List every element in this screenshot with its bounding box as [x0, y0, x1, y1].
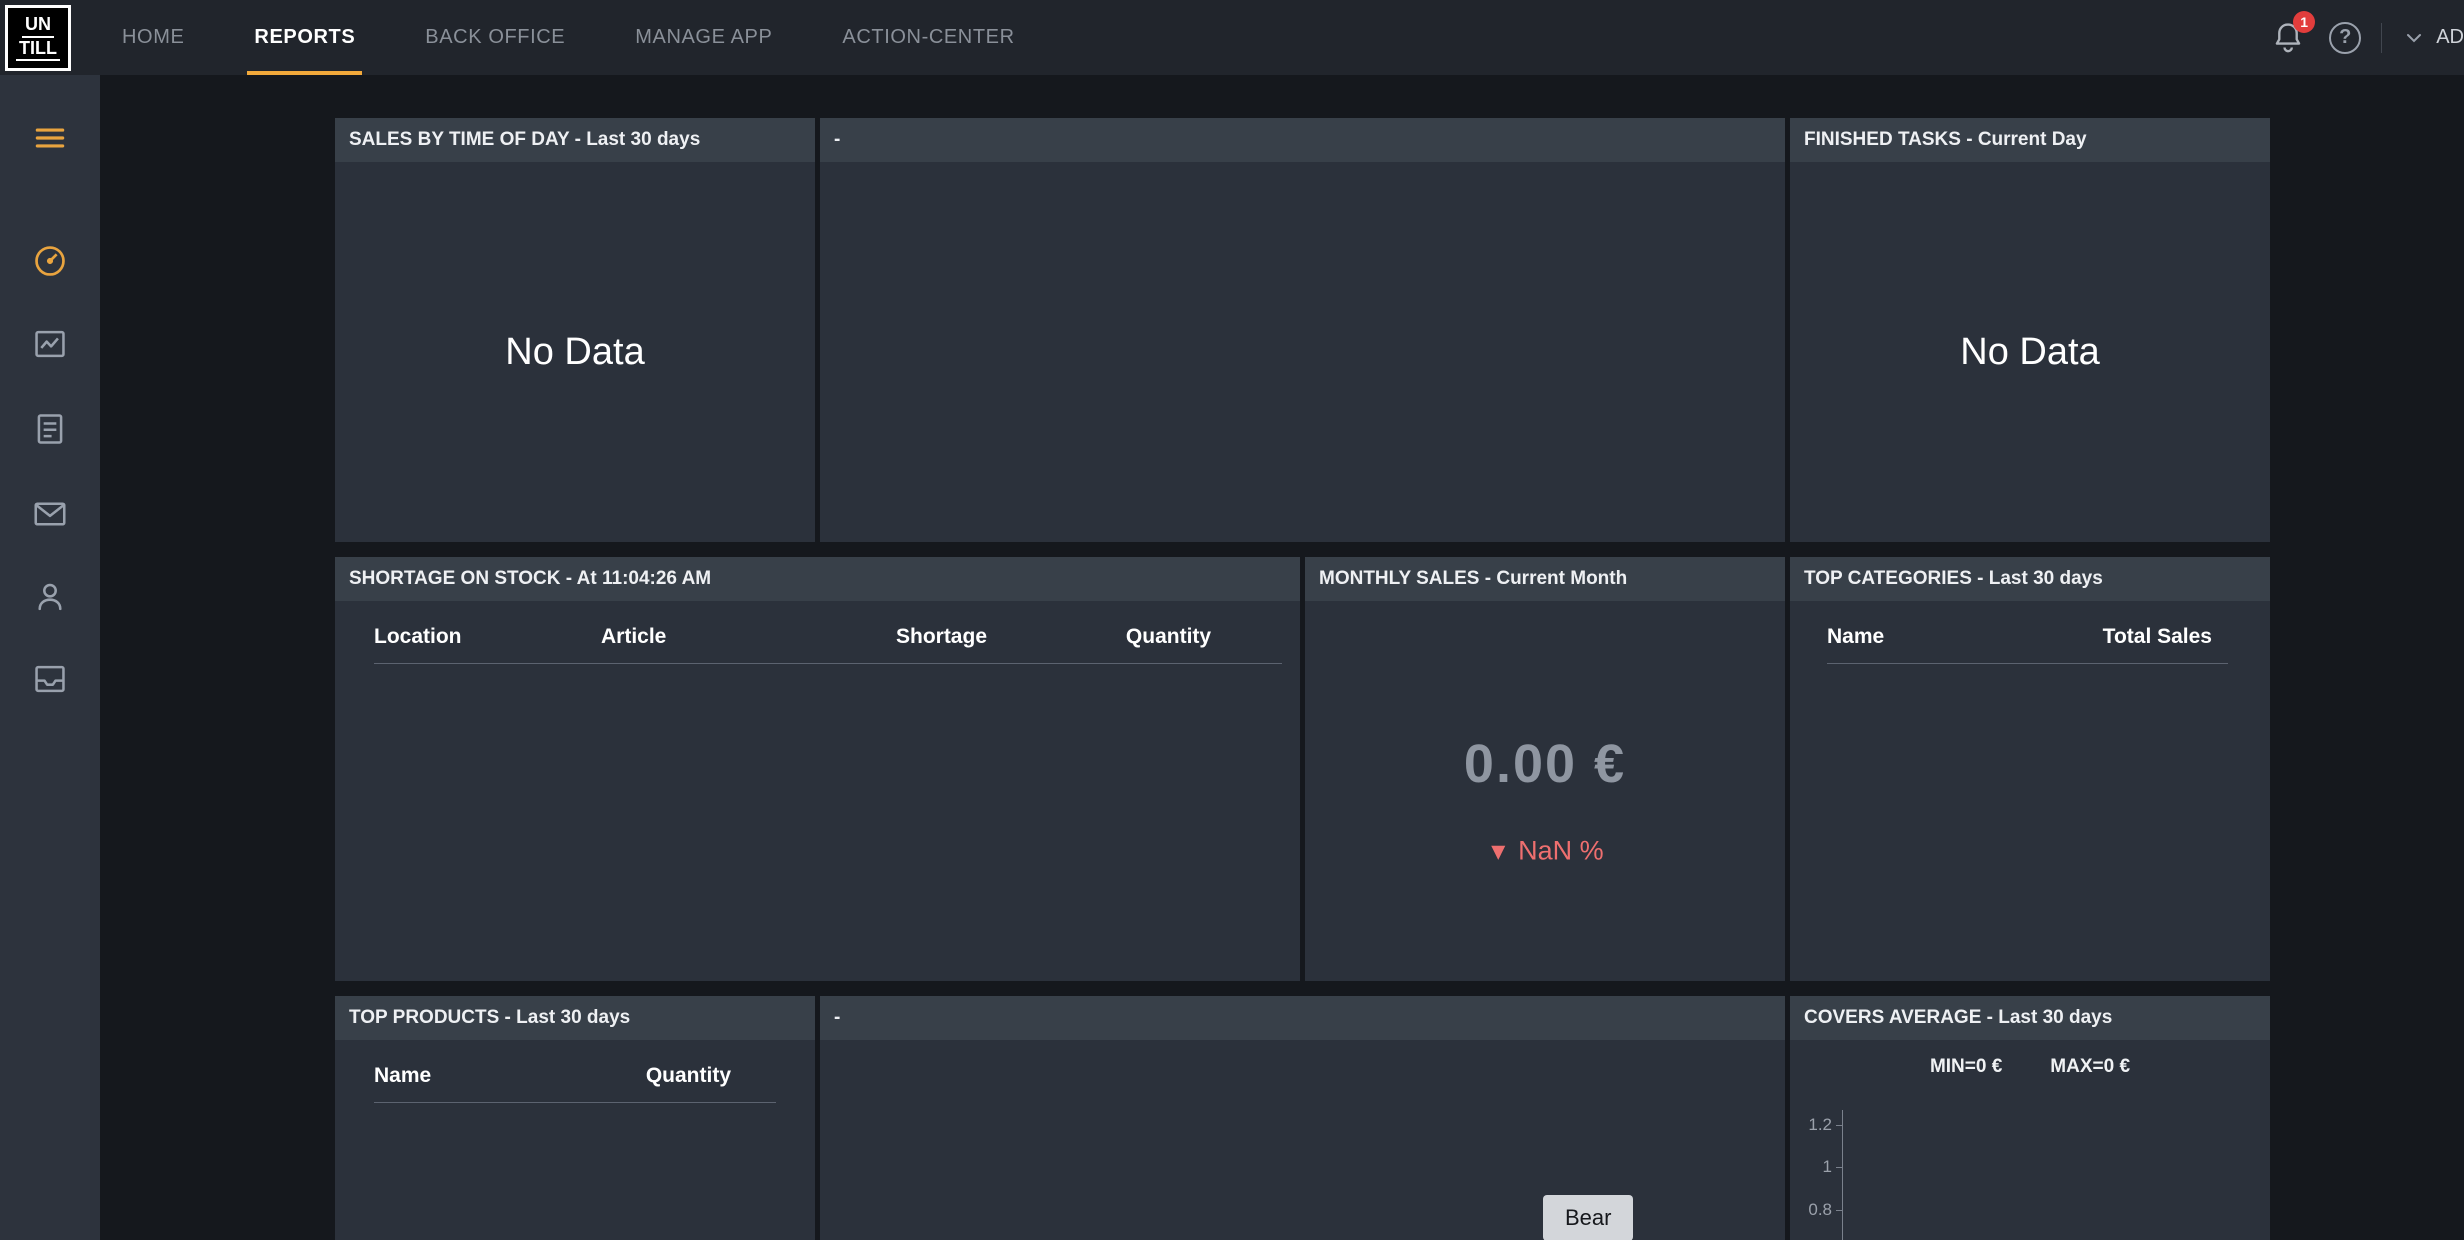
notifications-button[interactable]: 1	[2269, 10, 2316, 57]
help-button[interactable]: ?	[2329, 21, 2362, 54]
column-header-article: Article	[601, 625, 667, 648]
column-header-name: Name	[374, 1064, 432, 1087]
card-monthly-sales: MONTHLY SALES - Current Month 0.00 € ▼ Na…	[1305, 557, 1785, 981]
column-header-name: Name	[1827, 625, 1885, 648]
document-icon	[31, 414, 69, 452]
user-label[interactable]: AD	[2436, 26, 2464, 49]
chart-tooltip: Bear	[1543, 1195, 1634, 1240]
app-logo[interactable]: UN TILL	[5, 4, 71, 71]
column-header-quantity: Quantity	[1125, 625, 1212, 648]
card-title: SALES BY TIME OF DAY - Last 30 days	[335, 118, 815, 162]
logo-line-1: UN	[22, 14, 54, 38]
nav-item-action-center[interactable]: ACTION-CENTER	[807, 0, 1049, 75]
sidebar-item-dashboard[interactable]	[31, 242, 69, 280]
monthly-sales-delta: ▼ NaN %	[1305, 836, 1785, 867]
main-content: SALES BY TIME OF DAY - Last 30 days No D…	[100, 75, 2464, 1240]
table-header-row: Name Total Sales	[1827, 625, 2228, 664]
column-header-location: Location	[374, 625, 462, 648]
menu-icon	[31, 128, 69, 161]
logo-line-2: TILL	[16, 38, 60, 62]
y-tick-label: 1	[1822, 1157, 1832, 1176]
dashboard-grid: SALES BY TIME OF DAY - Last 30 days No D…	[335, 118, 2270, 1240]
table-header-row: Location Article Shortage Quantity	[374, 625, 1282, 664]
y-tick-mark	[1836, 1167, 1842, 1168]
card-top-products: TOP PRODUCTS - Last 30 days Name Quantit…	[335, 996, 815, 1240]
card-title: MONTHLY SALES - Current Month	[1305, 557, 1785, 601]
column-header-quantity: Quantity	[645, 1064, 731, 1087]
card-covers-average: COVERS AVERAGE - Last 30 days MIN=0 € MA…	[1790, 996, 2270, 1240]
inbox-icon	[31, 665, 69, 702]
card-shortage-on-stock: SHORTAGE ON STOCK - At 11:04:26 AM Locat…	[335, 557, 1300, 981]
card-title: TOP PRODUCTS - Last 30 days	[335, 996, 815, 1040]
sidebar-item-messages[interactable]	[31, 495, 69, 533]
bell-icon	[2269, 22, 2307, 61]
delta-text: NaN %	[1518, 835, 1604, 866]
down-triangle-icon: ▼	[1486, 838, 1511, 866]
sidebar-item-documents[interactable]	[31, 410, 69, 448]
no-data-text: No Data	[505, 330, 645, 373]
y-tick-mark	[1836, 1210, 1842, 1211]
y-tick-label: 0.8	[1808, 1200, 1832, 1219]
dashboard-gauge-icon	[31, 246, 69, 284]
person-icon	[31, 583, 69, 620]
card-finished-tasks: FINISHED TASKS - Current Day No Data	[1790, 118, 2270, 542]
card-title: TOP CATEGORIES - Last 30 days	[1790, 557, 2270, 601]
no-data-text: No Data	[1960, 330, 2100, 373]
card-empty-bottom: - Bear	[820, 996, 1785, 1240]
card-title: -	[820, 118, 1785, 162]
top-nav: UN TILL HOME REPORTS BACK OFFICE MANAGE …	[0, 0, 2464, 75]
report-chart-icon	[31, 330, 69, 367]
min-max-row: MIN=0 € MAX=0 €	[1790, 1056, 2270, 1078]
nav-right-cluster: 1 ? AD	[2269, 0, 2464, 75]
card-sales-by-time: SALES BY TIME OF DAY - Last 30 days No D…	[335, 118, 815, 542]
y-tick-label: 1.2	[1808, 1115, 1832, 1134]
main-nav: HOME REPORTS BACK OFFICE MANAGE APP ACTI…	[87, 0, 1050, 75]
monthly-sales-value: 0.00 €	[1463, 734, 1627, 794]
card-title: -	[820, 996, 1785, 1040]
card-top-categories: TOP CATEGORIES - Last 30 days Name Total…	[1790, 557, 2270, 981]
nav-item-reports[interactable]: REPORTS	[219, 0, 390, 75]
envelope-icon	[31, 502, 69, 537]
chevron-down-icon	[2402, 33, 2426, 54]
user-menu-button[interactable]	[2402, 26, 2426, 50]
column-header-shortage: Shortage	[895, 625, 987, 648]
y-axis-line	[1842, 1110, 1843, 1240]
card-title: COVERS AVERAGE - Last 30 days	[1790, 996, 2270, 1040]
min-label: MIN=0 €	[1929, 1056, 2003, 1077]
nav-item-back-office[interactable]: BACK OFFICE	[390, 0, 600, 75]
question-icon: ?	[2339, 26, 2352, 48]
nav-item-manage-app[interactable]: MANAGE APP	[600, 0, 807, 75]
nav-divider	[2381, 22, 2383, 53]
sidebar	[0, 75, 100, 1240]
nav-item-home[interactable]: HOME	[87, 0, 219, 75]
card-empty-top: -	[820, 118, 1785, 542]
table-header-row: Name Quantity	[374, 1064, 776, 1103]
sidebar-menu-button[interactable]	[31, 119, 69, 157]
max-label: MAX=0 €	[2050, 1056, 2131, 1077]
notification-badge: 1	[2293, 10, 2316, 33]
sidebar-item-inbox[interactable]	[31, 660, 69, 698]
sidebar-item-reports[interactable]	[31, 325, 69, 363]
card-title: SHORTAGE ON STOCK - At 11:04:26 AM	[335, 557, 1300, 601]
sidebar-item-users[interactable]	[31, 578, 69, 616]
column-header-total-sales: Total Sales	[2102, 625, 2212, 648]
y-tick-mark	[1836, 1125, 1842, 1126]
card-title: FINISHED TASKS - Current Day	[1790, 118, 2270, 162]
